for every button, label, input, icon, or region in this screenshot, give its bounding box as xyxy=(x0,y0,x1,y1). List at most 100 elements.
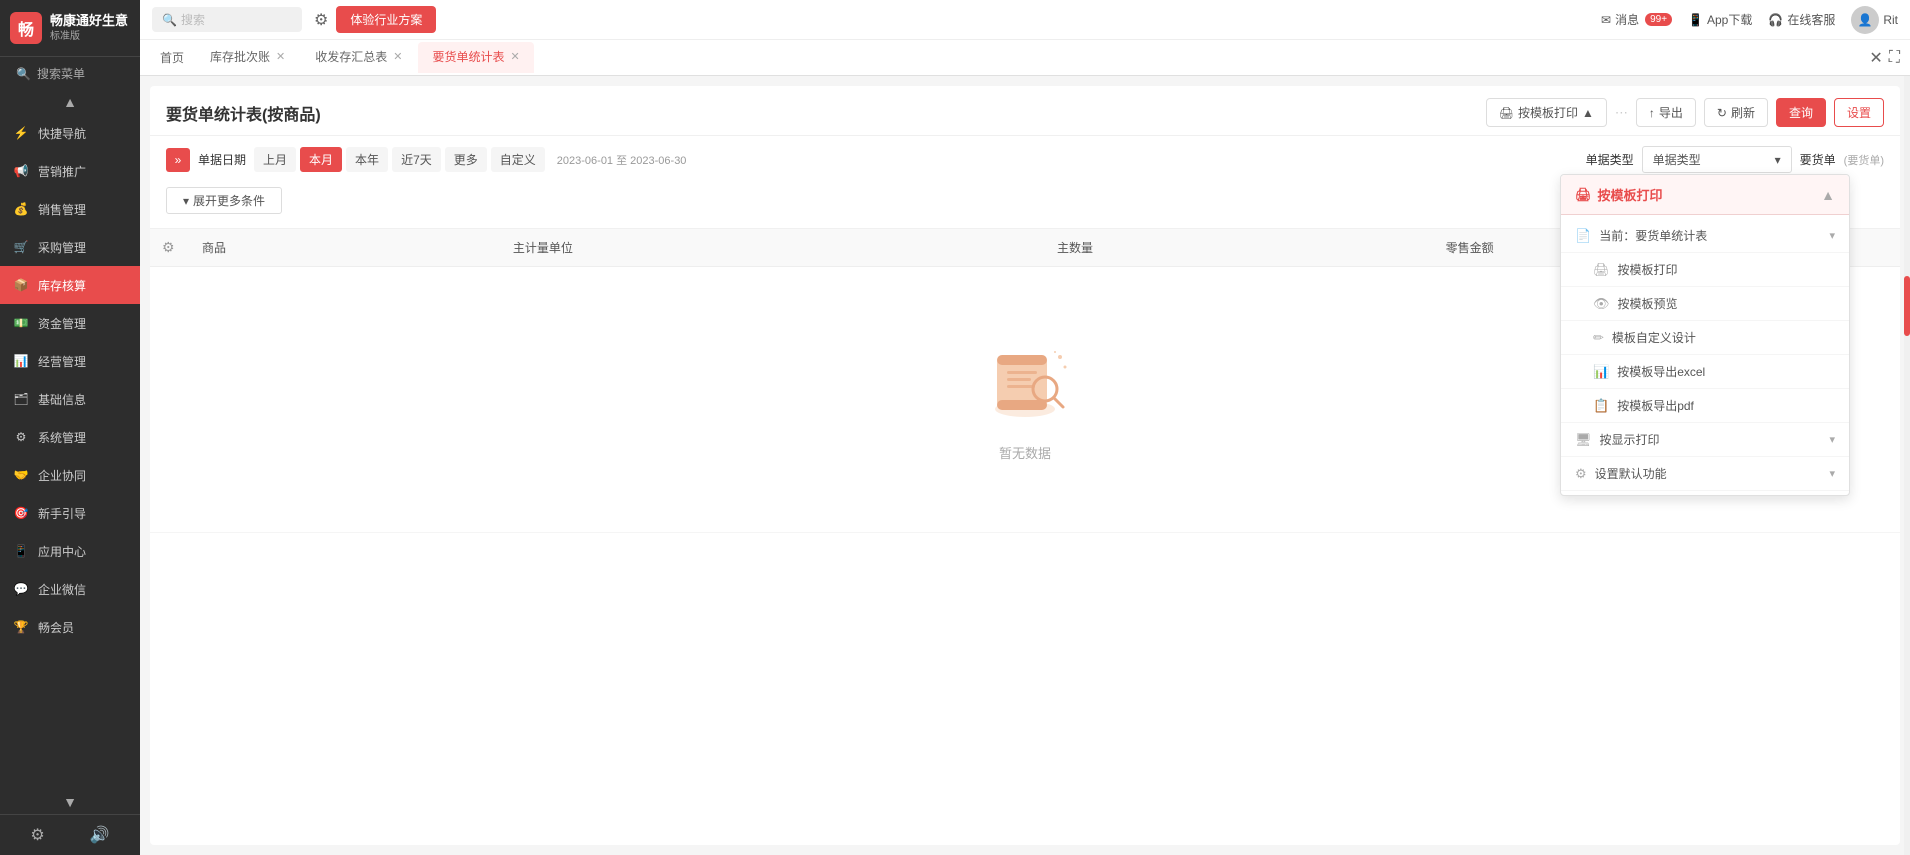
template-custom-icon: ✏ xyxy=(1593,330,1604,346)
scroll-up-button[interactable]: ▲ xyxy=(63,94,77,110)
top-search-box[interactable]: 🔍 搜索 xyxy=(152,7,302,32)
sidebar-item-newbie[interactable]: 🎯 新手引导 xyxy=(0,494,140,532)
date-pill-custom[interactable]: 自定义 xyxy=(491,147,545,172)
sidebar-item-finance[interactable]: 💵 资金管理 xyxy=(0,304,140,342)
expand-row: ▾ 展开更多条件 xyxy=(166,183,282,218)
settings-btn[interactable]: 设置 xyxy=(1834,98,1884,127)
refresh-btn[interactable]: ↻ 刷新 xyxy=(1704,98,1768,127)
export-btn[interactable]: ↑ 导出 xyxy=(1636,98,1696,127)
current-template-section[interactable]: 📄 当前：要货单统计表 ▾ xyxy=(1561,219,1849,253)
sidebar-item-sales[interactable]: 💰 销售管理 xyxy=(0,190,140,228)
expand-icon: ▾ xyxy=(183,194,189,208)
date-pills: 上月 本月 本年 近7天 更多 自定义 xyxy=(254,147,545,172)
app-download-label: App下载 xyxy=(1707,11,1752,28)
print-dropdown-header: 🖨 按模板打印 ▲ xyxy=(1561,175,1849,215)
system-icon: ⚙ xyxy=(12,428,30,446)
sidebar-item-enterprise[interactable]: 🤝 企业协同 xyxy=(0,456,140,494)
date-pill-prev-month[interactable]: 上月 xyxy=(254,147,296,172)
display-print-icon: 🖥 xyxy=(1575,432,1592,448)
sidebar-item-member[interactable]: 🏆 畅会员 xyxy=(0,608,140,646)
sidebar-item-purchase[interactable]: 🛒 采购管理 xyxy=(0,228,140,266)
tab-bar-close-icon[interactable]: ✕ xyxy=(1869,48,1882,68)
order-type-label: 单据类型 xyxy=(1586,151,1634,168)
tab-batch-account[interactable]: 库存批次账 ✕ xyxy=(196,42,299,73)
main-area: 🔍 搜索 ⚙ 体验行业方案 ✉ 消息 99+ 📱 App下载 🎧 在线客服 👤 xyxy=(140,0,1910,855)
online-service-item[interactable]: 🎧 在线客服 xyxy=(1768,11,1835,28)
date-pill-current-month[interactable]: 本月 xyxy=(300,147,342,172)
tab-home[interactable]: 首页 xyxy=(150,43,194,72)
tab-order-stats-close[interactable]: ✕ xyxy=(511,50,520,63)
action-divider: ⋯ xyxy=(1615,105,1628,121)
dropdown-template-preview[interactable]: 👁 按模板预览 xyxy=(1561,287,1849,321)
sidebar-item-quick-nav[interactable]: ⚡ 快捷导航 xyxy=(0,114,140,152)
finance-icon: 💵 xyxy=(12,314,30,332)
settings-bottom-icon[interactable]: ⚙ xyxy=(30,825,44,845)
experience-btn[interactable]: 体验行业方案 xyxy=(336,6,436,33)
order-goods-label: 要货单 xyxy=(1800,151,1836,168)
app-version: 标准版 xyxy=(50,30,128,44)
sidebar-scroll-down[interactable]: ▼ xyxy=(0,790,140,814)
newbie-icon: 🎯 xyxy=(12,504,30,522)
topbar-gear-icon[interactable]: ⚙ xyxy=(314,10,328,30)
print-template-btn[interactable]: 🖨 按模板打印 ▲ xyxy=(1486,98,1607,127)
filter-toggle-btn[interactable]: » xyxy=(166,148,190,172)
date-pill-more[interactable]: 更多 xyxy=(445,147,487,172)
date-pill-last-7-days[interactable]: 近7天 xyxy=(392,147,441,172)
dropdown-template-print[interactable]: 🖨 按模板打印 xyxy=(1561,253,1849,287)
tab-receipt-summary-close[interactable]: ✕ xyxy=(393,50,402,63)
dropdown-template-pdf[interactable]: 📋 按模板导出pdf xyxy=(1561,389,1849,423)
print-dropdown-title: 🖨 按模板打印 xyxy=(1575,185,1663,204)
display-print-left: 🖥 按显示打印 xyxy=(1575,431,1660,448)
sales-icon: 💰 xyxy=(12,200,30,218)
dropdown-template-custom[interactable]: ✏ 模板自定义设计 xyxy=(1561,321,1849,355)
sidebar-search[interactable]: 🔍 搜索菜单 xyxy=(0,57,140,90)
wechat-icon: 💬 xyxy=(12,580,30,598)
online-service-label: 在线客服 xyxy=(1787,11,1835,28)
sidebar-item-operation[interactable]: 📊 经营管理 xyxy=(0,342,140,380)
operation-icon: 📊 xyxy=(12,352,30,370)
app-download-item[interactable]: 📱 App下载 xyxy=(1688,11,1752,28)
sidebar-item-marketing[interactable]: 📢 营销推广 xyxy=(0,152,140,190)
chevron-right-icon: » xyxy=(175,153,182,167)
sidebar-item-appstore[interactable]: 📱 应用中心 xyxy=(0,532,140,570)
empty-text: 暂无数据 xyxy=(999,443,1051,462)
appstore-icon: 📱 xyxy=(12,542,30,560)
refresh-icon: ↻ xyxy=(1717,106,1727,120)
sidebar-scroll-up[interactable]: ▲ xyxy=(0,90,140,114)
message-label: 消息 xyxy=(1615,11,1639,28)
user-profile[interactable]: 👤 Rit xyxy=(1851,6,1898,34)
sidebar-bottom: ⚙ 🔊 xyxy=(0,814,140,855)
sidebar-item-wechat[interactable]: 💬 企业微信 xyxy=(0,570,140,608)
order-type-select[interactable]: 单据类型 ▾ xyxy=(1642,146,1792,173)
message-icon: ✉ xyxy=(1601,13,1611,27)
page-title: 要货单统计表(按商品) xyxy=(166,101,321,125)
inventory-icon: 📦 xyxy=(12,276,30,294)
sidebar-item-basic[interactable]: 🗂 基础信息 xyxy=(0,380,140,418)
print-dropdown-close-btn[interactable]: ▲ xyxy=(1821,187,1835,203)
sidebar-item-system[interactable]: ⚙ 系统管理 xyxy=(0,418,140,456)
expand-more-btn[interactable]: ▾ 展开更多条件 xyxy=(166,187,282,214)
purchase-icon: 🛒 xyxy=(12,238,30,256)
sound-bottom-icon[interactable]: 🔊 xyxy=(90,825,110,845)
print-dropdown-body: 📄 当前：要货单统计表 ▾ 🖨 按模板打印 👁 按模板预览 xyxy=(1561,215,1849,495)
sidebar-item-inventory[interactable]: 📦 库存核算 xyxy=(0,266,140,304)
col-goods: 商品 xyxy=(190,229,501,267)
table-settings-icon[interactable]: ⚙ xyxy=(162,239,175,255)
tab-order-stats[interactable]: 要货单统计表 ✕ xyxy=(418,42,533,73)
date-pill-current-year[interactable]: 本年 xyxy=(346,147,388,172)
tab-receipt-summary[interactable]: 收发存汇总表 ✕ xyxy=(301,42,416,73)
app-logo-icon: 畅 xyxy=(10,12,42,44)
query-btn[interactable]: 查询 xyxy=(1776,98,1826,127)
message-item[interactable]: ✉ 消息 99+ xyxy=(1601,11,1672,28)
quick-nav-icon: ⚡ xyxy=(12,124,30,142)
display-print-section[interactable]: 🖥 按显示打印 ▾ xyxy=(1561,423,1849,457)
dropdown-template-excel[interactable]: 📊 按模板导出excel xyxy=(1561,355,1849,389)
top-search-icon: 🔍 xyxy=(162,13,177,27)
default-func-section[interactable]: ⚙ 设置默认功能 ▾ xyxy=(1561,457,1849,491)
tab-bar-expand-icon[interactable]: ⛶ xyxy=(1889,49,1900,67)
basic-icon: 🗂 xyxy=(12,390,30,408)
scroll-down-button[interactable]: ▼ xyxy=(63,794,77,810)
tab-batch-account-close[interactable]: ✕ xyxy=(276,50,285,63)
tab-bar: 首页 库存批次账 ✕ 收发存汇总表 ✕ 要货单统计表 ✕ ✕ ⛶ xyxy=(140,40,1910,76)
scrollbar-thumb[interactable] xyxy=(1904,276,1910,336)
